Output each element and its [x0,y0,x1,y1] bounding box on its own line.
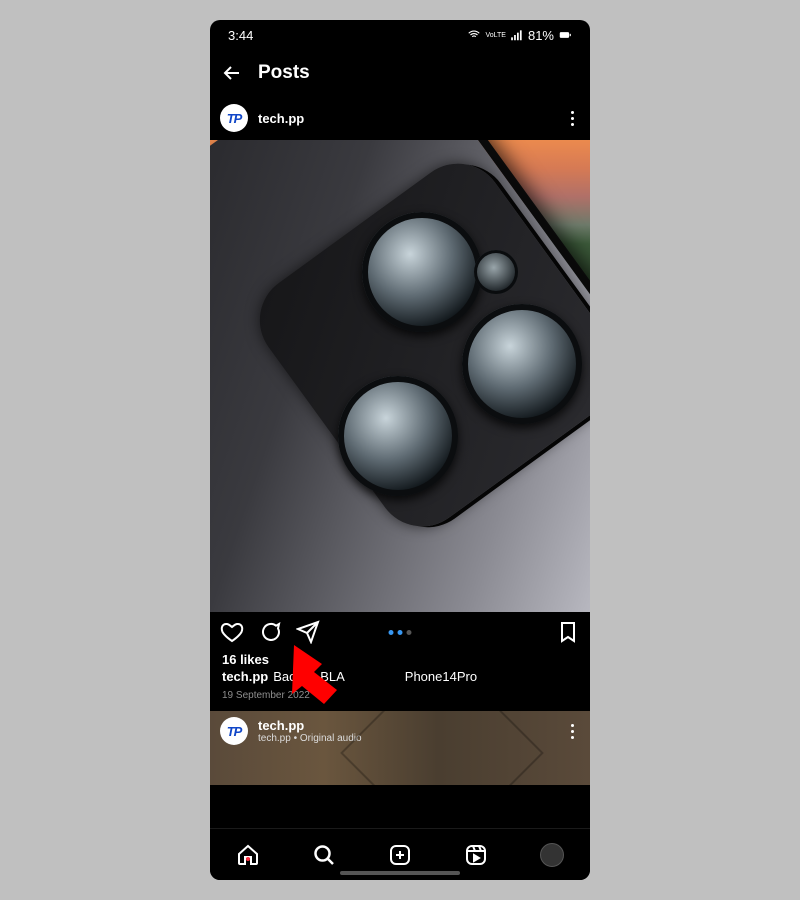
post-header: TP tech.pp [210,96,590,140]
paper-plane-icon [296,620,320,644]
photo-lens-icon [362,212,482,332]
photo-lens-icon [338,376,458,496]
like-button[interactable] [220,620,244,644]
caption-text-2: Phone14Pro [405,669,477,684]
post-caption: tech.pp Back to BLA xxxx Phone14Pro [210,667,590,686]
carousel-dots [389,630,412,635]
post-more-button[interactable] [565,718,580,745]
nav-profile[interactable] [540,843,564,867]
battery-percent: 81% [528,28,554,43]
photo-mini-lens-icon [474,250,518,294]
back-button[interactable] [220,61,244,85]
reels-icon [464,843,488,867]
comment-button[interactable] [258,620,282,644]
post-date: 19 September 2022 [210,686,590,711]
photo-lens-icon [462,304,582,424]
post-actions [210,612,590,652]
page-title: Posts [258,62,310,84]
home-indicator[interactable] [340,871,460,875]
share-button[interactable] [296,620,320,644]
search-icon [312,843,336,867]
heart-icon [220,620,244,644]
notification-dot-icon [246,857,250,861]
back-arrow-icon [220,61,244,85]
caption-username[interactable]: tech.pp [222,669,268,684]
likes-count[interactable]: 16 likes [210,652,590,667]
post-image[interactable] [210,140,590,612]
save-button[interactable] [556,620,580,644]
nav-home[interactable] [236,843,260,867]
phone-frame: 3:44 VoLTE 81% Posts TP tech.pp [210,20,590,880]
post-username[interactable]: tech.pp [258,111,304,126]
second-post-username[interactable]: tech.pp [258,718,362,733]
nav-search[interactable] [312,843,336,867]
signal-icon [510,28,524,42]
battery-icon [558,28,572,42]
post-more-button[interactable] [565,105,580,132]
status-right: VoLTE 81% [467,28,572,43]
bookmark-icon [556,620,580,644]
volte-label: VoLTE [485,32,506,39]
home-icon [236,843,260,867]
second-post-header: TP tech.pp tech.pp • Original audio [220,717,580,745]
comment-icon [258,620,282,644]
nav-add[interactable] [388,843,412,867]
wifi-icon [467,28,481,42]
second-post-preview[interactable]: TP tech.pp tech.pp • Original audio [210,711,590,785]
status-time: 3:44 [228,28,253,43]
status-bar: 3:44 VoLTE 81% [210,20,590,50]
nav-bar: Posts [210,50,590,96]
nav-reels[interactable] [464,843,488,867]
plus-square-icon [388,843,412,867]
second-post-subtitle[interactable]: tech.pp • Original audio [258,733,362,744]
profile-avatar-icon [540,843,564,867]
more-vertical-icon [571,111,574,114]
caption-text: Back to BLA [273,669,345,684]
avatar[interactable]: TP [220,104,248,132]
avatar[interactable]: TP [220,717,248,745]
